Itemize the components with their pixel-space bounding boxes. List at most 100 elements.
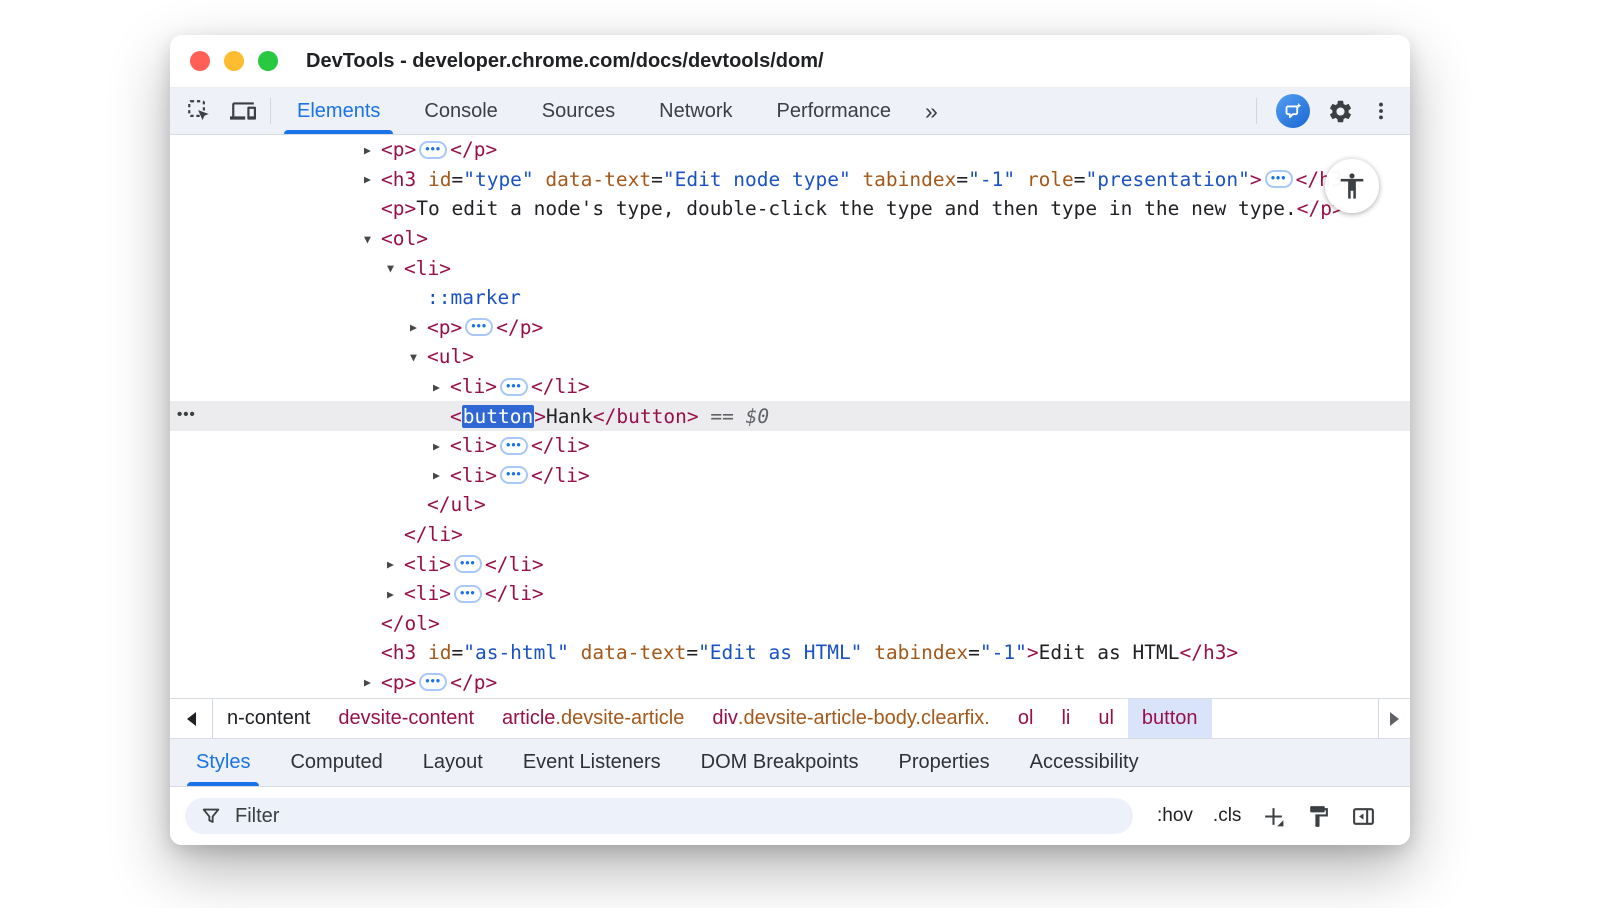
code-token-tag: <li> bbox=[450, 375, 497, 398]
code-token-text bbox=[734, 405, 746, 428]
dom-tree-line[interactable]: </ul> bbox=[170, 490, 1410, 520]
disclosure-right-icon[interactable]: ▶ bbox=[364, 143, 381, 157]
code-token-eq: == bbox=[710, 405, 733, 428]
breadcrumb-item[interactable]: ul bbox=[1084, 699, 1128, 738]
disclosure-right-icon[interactable]: ▶ bbox=[433, 380, 450, 394]
code-token-tag: <p> bbox=[427, 316, 462, 339]
disclosure-right-icon[interactable]: ▶ bbox=[387, 557, 404, 571]
collapsed-content-ellipsis-button[interactable]: ••• bbox=[454, 555, 482, 573]
disclosure-down-icon[interactable]: ▼ bbox=[364, 232, 381, 246]
breadcrumb-item[interactable]: ol bbox=[1004, 699, 1048, 738]
new-style-rule-plus-icon[interactable] bbox=[1261, 804, 1286, 829]
rendering-brush-icon[interactable] bbox=[1306, 804, 1331, 829]
code-token-tag: </li> bbox=[485, 582, 544, 605]
breadcrumb-token: ul bbox=[1098, 707, 1114, 730]
close-window-button[interactable] bbox=[190, 51, 210, 71]
more-tabs-chevron[interactable]: » bbox=[913, 88, 950, 134]
row-actions-dots-icon[interactable]: ••• bbox=[177, 406, 196, 423]
code-token-text: = bbox=[651, 168, 663, 191]
minimize-window-button[interactable] bbox=[224, 51, 244, 71]
collapsed-content-ellipsis-button[interactable]: ••• bbox=[419, 141, 447, 159]
disclosure-right-icon[interactable]: ▶ bbox=[410, 320, 427, 334]
styles-tab-properties[interactable]: Properties bbox=[879, 739, 1010, 786]
collapsed-content-ellipsis-button[interactable]: ••• bbox=[500, 437, 528, 455]
disclosure-right-icon[interactable]: ▶ bbox=[364, 172, 381, 186]
breadcrumb-item[interactable]: article.devsite-article bbox=[488, 699, 698, 738]
disclosure-down-icon[interactable]: ▼ bbox=[410, 350, 427, 364]
styles-filter-input[interactable]: Filter bbox=[185, 798, 1133, 834]
settings-gear-icon[interactable] bbox=[1325, 94, 1355, 128]
dom-tree-line[interactable]: ▼<ul> bbox=[170, 342, 1410, 372]
code-token-tag: <p> bbox=[381, 138, 416, 161]
breadcrumb-token: .devsite-article bbox=[555, 707, 684, 730]
zoom-window-button[interactable] bbox=[258, 51, 278, 71]
ai-assistant-icon[interactable] bbox=[1276, 94, 1310, 128]
disclosure-right-icon[interactable]: ▶ bbox=[364, 675, 381, 689]
disclosure-right-icon[interactable]: ▶ bbox=[433, 439, 450, 453]
dom-tree-line[interactable]: ▼<ol> bbox=[170, 224, 1410, 254]
tab-sources[interactable]: Sources bbox=[520, 88, 637, 134]
disclosure-right-icon[interactable]: ▶ bbox=[433, 468, 450, 482]
inspect-icon[interactable] bbox=[182, 94, 216, 128]
dom-tree-line[interactable]: ▶<li>•••</li> bbox=[170, 372, 1410, 402]
dom-tree-line[interactable]: ▶<li>•••</li> bbox=[170, 579, 1410, 609]
styles-tab-accessibility[interactable]: Accessibility bbox=[1010, 739, 1159, 786]
tab-performance[interactable]: Performance bbox=[755, 88, 914, 134]
dom-tree-line[interactable]: ▶<p>•••</p> bbox=[170, 313, 1410, 343]
breadcrumb-item[interactable]: li bbox=[1047, 699, 1084, 738]
breadcrumb-item[interactable]: devsite-content bbox=[324, 699, 488, 738]
collapsed-content-ellipsis-button[interactable]: ••• bbox=[465, 318, 493, 336]
device-toolbar-icon[interactable] bbox=[226, 94, 260, 128]
collapsed-content-ellipsis-button[interactable]: ••• bbox=[454, 585, 482, 603]
breadcrumb-token: button bbox=[1142, 707, 1198, 730]
dom-tree-line[interactable]: ▶<li>•••</li> bbox=[170, 431, 1410, 461]
styles-tab-styles[interactable]: Styles bbox=[176, 739, 270, 786]
devtools-toolbar: ElementsConsoleSourcesNetworkPerformance… bbox=[170, 88, 1410, 135]
collapsed-content-ellipsis-button[interactable]: ••• bbox=[419, 673, 447, 691]
dom-tree-line[interactable]: ▶<h3 id="type" data-text="Edit node type… bbox=[170, 165, 1410, 195]
filter-bar: Filter :hov .cls bbox=[170, 786, 1410, 845]
dom-tree-line[interactable]: ▶<li>•••</li> bbox=[170, 461, 1410, 491]
dom-tree-line[interactable]: </li> bbox=[170, 520, 1410, 550]
dom-tree-line[interactable]: ▶<p>•••</p> bbox=[170, 135, 1410, 165]
dom-tree-line[interactable]: <p>To edit a node's type, double-click t… bbox=[170, 194, 1410, 224]
dom-tree-line[interactable]: ▶<li>•••</li> bbox=[170, 549, 1410, 579]
tab-elements[interactable]: Elements bbox=[275, 88, 402, 134]
breadcrumb-back-button[interactable] bbox=[170, 699, 213, 738]
breadcrumb-item[interactable]: div.devsite-article-body.clearfix. bbox=[698, 699, 1004, 738]
disclosure-down-icon[interactable]: ▼ bbox=[387, 261, 404, 275]
dom-tree-line[interactable]: •••<button>Hank</button> == $0 bbox=[170, 401, 1410, 431]
tab-network[interactable]: Network bbox=[637, 88, 754, 134]
dom-tree-line[interactable]: ▼<li> bbox=[170, 253, 1410, 283]
code-token-tag: </p> bbox=[450, 671, 497, 694]
toggle-element-classes-button[interactable]: .cls bbox=[1213, 805, 1242, 827]
breadcrumb-token: n-content bbox=[227, 707, 310, 730]
styles-tab-computed[interactable]: Computed bbox=[270, 739, 402, 786]
breadcrumb-item[interactable]: button bbox=[1128, 699, 1212, 738]
more-menu-kebab-icon[interactable] bbox=[1370, 94, 1392, 128]
styles-tab-event-listeners[interactable]: Event Listeners bbox=[503, 739, 681, 786]
styles-tab-dom-breakpoints[interactable]: DOM Breakpoints bbox=[681, 739, 879, 786]
toolbar-divider bbox=[270, 98, 271, 124]
dom-tree-line[interactable]: </ol> bbox=[170, 609, 1410, 639]
toggle-sidebar-icon[interactable] bbox=[1351, 804, 1376, 829]
dom-tree-line[interactable]: ::marker bbox=[170, 283, 1410, 313]
styles-toolbar-controls: :hov .cls bbox=[1157, 804, 1376, 829]
code-token-tag: <li> bbox=[404, 257, 451, 280]
collapsed-content-ellipsis-button[interactable]: ••• bbox=[500, 466, 528, 484]
dom-tree-line[interactable]: ▶<p>•••</p> bbox=[170, 668, 1410, 698]
styles-tab-layout[interactable]: Layout bbox=[403, 739, 503, 786]
code-token-text bbox=[569, 641, 581, 664]
breadcrumb-item[interactable]: n-content bbox=[213, 699, 324, 738]
dom-tree-line[interactable]: <h3 id="as-html" data-text="Edit as HTML… bbox=[170, 638, 1410, 668]
collapsed-content-ellipsis-button[interactable]: ••• bbox=[500, 378, 528, 396]
toggle-hover-state-button[interactable]: :hov bbox=[1157, 805, 1193, 827]
breadcrumb-bar: n-content devsite-contentarticle.devsite-… bbox=[170, 698, 1410, 738]
collapsed-content-ellipsis-button[interactable]: ••• bbox=[1265, 170, 1293, 188]
breadcrumb-token: .devsite-article-body.clearfix. bbox=[738, 707, 990, 730]
breadcrumb-token: ol bbox=[1018, 707, 1034, 730]
tab-console[interactable]: Console bbox=[402, 88, 519, 134]
code-token-tag: </li> bbox=[485, 553, 544, 576]
disclosure-right-icon[interactable]: ▶ bbox=[387, 587, 404, 601]
breadcrumb-forward-button[interactable] bbox=[1378, 699, 1410, 738]
